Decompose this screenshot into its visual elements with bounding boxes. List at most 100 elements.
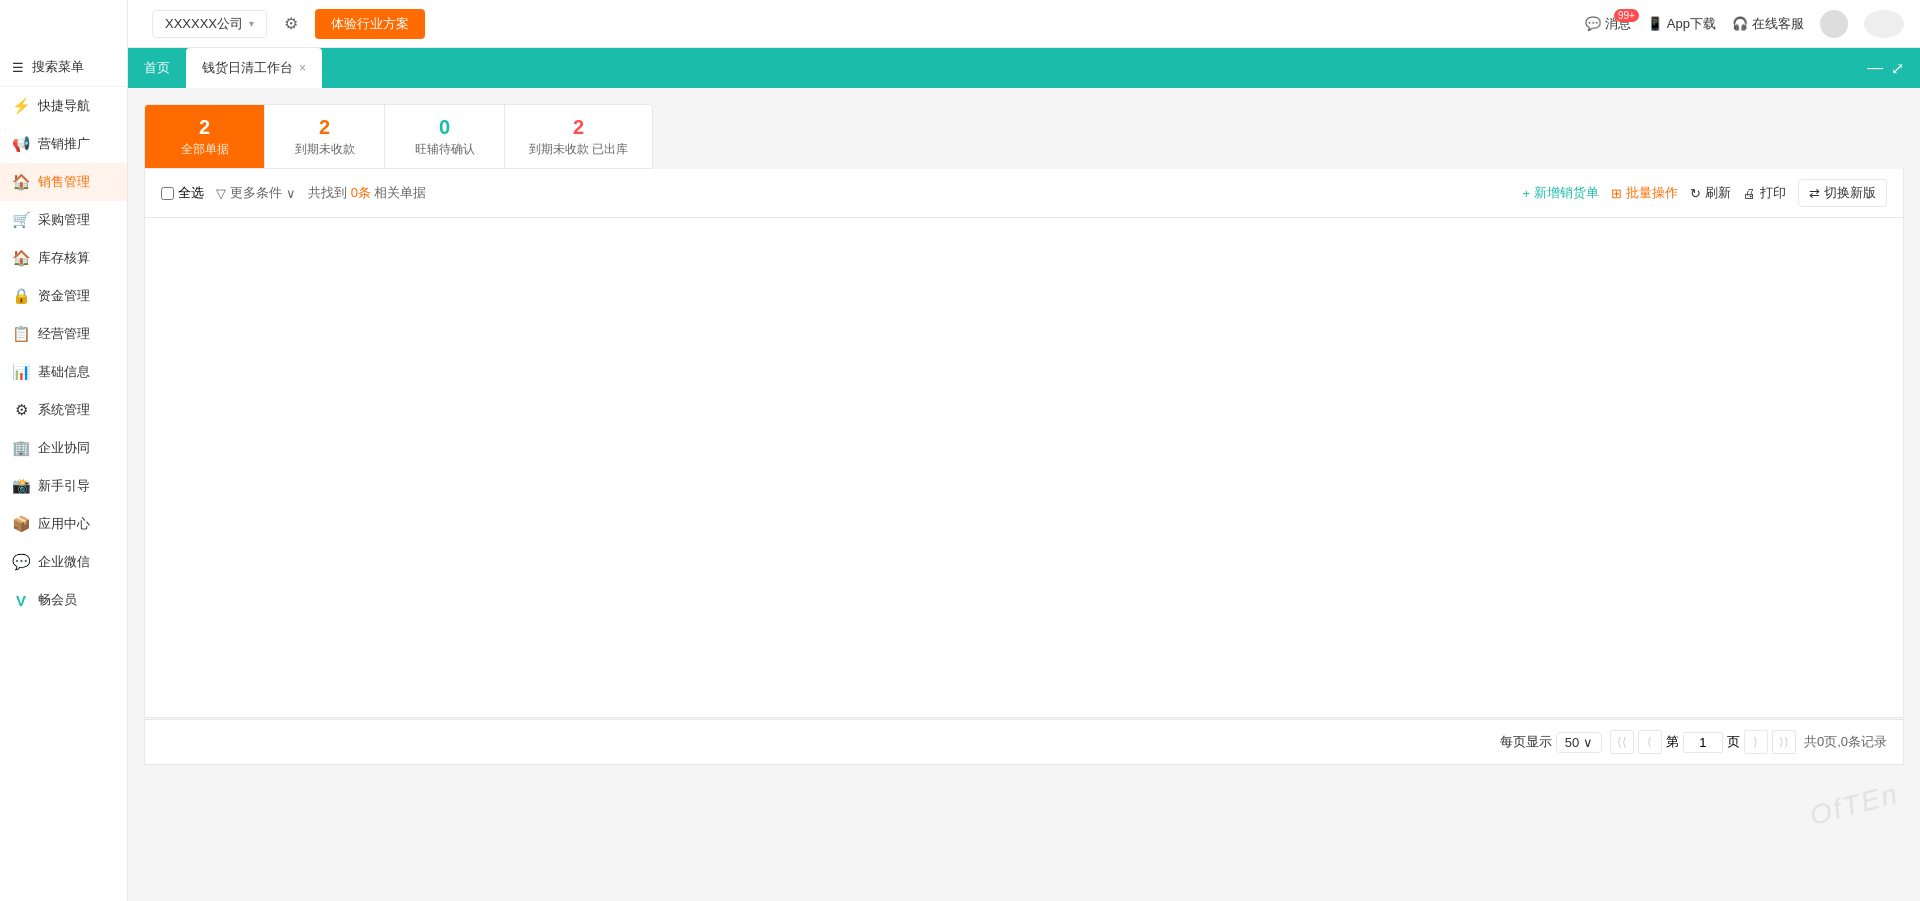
operations-icon: 📋 <box>12 325 30 343</box>
filter-icon: ▽ <box>216 186 226 201</box>
filter-chevron-icon: ∨ <box>286 186 296 201</box>
sidebar-item-guide[interactable]: 📸 新手引导 <box>0 467 127 505</box>
refresh-icon: ↻ <box>1690 186 1701 201</box>
message-icon: 💬 <box>1585 16 1601 31</box>
sidebar-item-enterprise[interactable]: 🏢 企业协同 <box>0 429 127 467</box>
sidebar-item-vip[interactable]: V 畅会员 <box>0 581 127 619</box>
search-label: 搜索菜单 <box>32 58 84 76</box>
tab-active[interactable]: 钱货日清工作台 × <box>186 48 322 88</box>
message-badge: 99+ <box>1614 9 1639 22</box>
next-page-btn[interactable]: ⟩ <box>1744 730 1768 754</box>
select-all-input[interactable] <box>161 187 174 200</box>
per-page-value[interactable]: 50 ∨ <box>1556 732 1602 753</box>
sidebar-item-label: 营销推广 <box>38 135 90 153</box>
company-selector[interactable]: XXXXXX公司 ▾ <box>152 10 267 38</box>
stat-tab-overdue-shipped[interactable]: 2 到期未收款 已出库 <box>505 105 652 168</box>
close-tab-icon[interactable]: × <box>299 61 306 75</box>
switch-label: 切换新版 <box>1824 184 1876 202</box>
print-icon: 🖨 <box>1743 186 1756 201</box>
stat-label-overdue: 到期未收款 <box>289 141 360 158</box>
table-area <box>144 218 1904 718</box>
stat-tab-all[interactable]: 2 全部单据 <box>145 105 265 168</box>
sidebar-item-sales[interactable]: 🏠 销售管理 <box>0 163 127 201</box>
company-name: XXXXXX公司 <box>165 15 243 33</box>
sidebar-item-label: 经营管理 <box>38 325 90 343</box>
avatar-placeholder[interactable] <box>1864 10 1904 38</box>
found-suffix: 相关单据 <box>374 185 426 200</box>
stat-num-all: 2 <box>169 115 240 139</box>
page-total: 共0页,0条记录 <box>1804 733 1887 751</box>
tab-home[interactable]: 首页 <box>128 48 186 88</box>
refresh-btn[interactable]: ↻ 刷新 <box>1690 184 1731 202</box>
gear-icon: ⚙ <box>284 14 298 33</box>
sidebar-item-label: 畅会员 <box>38 591 77 609</box>
sidebar-item-label: 销售管理 <box>38 173 90 191</box>
main-content: 2 全部单据 2 到期未收款 0 旺辅待确认 2 到期未收款 已出库 全选 ▽ … <box>128 88 1920 901</box>
sidebar: ☰ 搜索菜单 ⚡ 快捷导航 📢 营销推广 🏠 销售管理 🛒 采购管理 🏠 库存核… <box>0 0 128 901</box>
sidebar-search[interactable]: ☰ 搜索菜单 <box>0 48 127 87</box>
add-sales-btn[interactable]: + 新增销货单 <box>1522 184 1599 202</box>
sidebar-item-label: 资金管理 <box>38 287 90 305</box>
trial-button[interactable]: 体验行业方案 <box>315 9 425 39</box>
avatar[interactable] <box>1820 10 1848 38</box>
online-service-item[interactable]: 🎧 在线客服 <box>1732 15 1804 33</box>
search-icon: ☰ <box>12 60 24 75</box>
vip-icon: V <box>12 591 30 609</box>
batch-label: 批量操作 <box>1626 184 1678 202</box>
page-input[interactable] <box>1683 732 1723 753</box>
found-text: 共找到 0条 相关单据 <box>308 184 426 202</box>
found-prefix: 共找到 <box>308 185 347 200</box>
app-center-icon: 📦 <box>12 515 30 533</box>
app-download-item[interactable]: 📱 App下载 <box>1647 15 1716 33</box>
sidebar-item-wechat[interactable]: 💬 企业微信 <box>0 543 127 581</box>
print-label: 打印 <box>1760 184 1786 202</box>
sidebar-item-label: 应用中心 <box>38 515 90 533</box>
refresh-label: 刷新 <box>1705 184 1731 202</box>
sidebar-item-purchase[interactable]: 🛒 采购管理 <box>0 201 127 239</box>
add-label: 新增销货单 <box>1534 184 1599 202</box>
sidebar-item-system[interactable]: ⚙ 系统管理 <box>0 391 127 429</box>
sidebar-item-label: 新手引导 <box>38 477 90 495</box>
minimize-icon[interactable]: — <box>1867 59 1883 77</box>
basic-info-icon: 📊 <box>12 363 30 381</box>
active-tab-label: 钱货日清工作台 <box>202 59 293 77</box>
stat-label-pending: 旺辅待确认 <box>409 141 480 158</box>
stat-num-overdue-shipped: 2 <box>529 115 628 139</box>
per-page-label: 每页显示 <box>1500 733 1552 751</box>
sidebar-item-label: 库存核算 <box>38 249 90 267</box>
settings-icon-btn[interactable]: ⚙ <box>275 8 307 40</box>
sidebar-item-operations[interactable]: 📋 经营管理 <box>0 315 127 353</box>
marketing-icon: 📢 <box>12 135 30 153</box>
select-all-label: 全选 <box>178 184 204 202</box>
sidebar-item-marketing[interactable]: 📢 营销推广 <box>0 125 127 163</box>
sidebar-item-finance[interactable]: 🔒 资金管理 <box>0 277 127 315</box>
top-header: 好 畅捷通好生意 标准版 XXXXXX公司 ▾ ⚙ 体验行业方案 💬 消息 99… <box>0 0 1920 48</box>
batch-op-btn[interactable]: ⊞ 批量操作 <box>1611 184 1678 202</box>
stat-tab-overdue[interactable]: 2 到期未收款 <box>265 105 385 168</box>
switch-version-btn[interactable]: ⇄ 切换新版 <box>1798 179 1887 207</box>
message-item[interactable]: 💬 消息 99+ <box>1585 15 1631 33</box>
maximize-icon[interactable]: ⤢ <box>1891 59 1904 78</box>
print-btn[interactable]: 🖨 打印 <box>1743 184 1786 202</box>
wechat-icon: 💬 <box>12 553 30 571</box>
sidebar-item-basic-info[interactable]: 📊 基础信息 <box>0 353 127 391</box>
filter-button[interactable]: ▽ 更多条件 ∨ <box>216 184 296 202</box>
sidebar-item-inventory[interactable]: 🏠 库存核算 <box>0 239 127 277</box>
sidebar-item-app-center[interactable]: 📦 应用中心 <box>0 505 127 543</box>
sales-icon: 🏠 <box>12 173 30 191</box>
toolbar: 全选 ▽ 更多条件 ∨ 共找到 0条 相关单据 + 新增销货单 ⊞ 批量操作 ↻… <box>144 169 1904 218</box>
switch-icon: ⇄ <box>1809 186 1820 201</box>
sidebar-item-label: 基础信息 <box>38 363 90 381</box>
batch-icon: ⊞ <box>1611 186 1622 201</box>
found-count: 0条 <box>351 185 371 200</box>
last-page-btn[interactable]: ⟩⟩ <box>1772 730 1796 754</box>
home-tab-label: 首页 <box>144 59 170 77</box>
first-page-btn[interactable]: ⟨⟨ <box>1610 730 1634 754</box>
prev-page-btn[interactable]: ⟨ <box>1638 730 1662 754</box>
sidebar-item-quick-nav[interactable]: ⚡ 快捷导航 <box>0 87 127 125</box>
toolbar-right: + 新增销货单 ⊞ 批量操作 ↻ 刷新 🖨 打印 ⇄ 切换新版 <box>1522 179 1887 207</box>
stat-tab-pending[interactable]: 0 旺辅待确认 <box>385 105 505 168</box>
select-all-checkbox[interactable]: 全选 <box>161 184 204 202</box>
filter-label: 更多条件 <box>230 184 282 202</box>
nav-tabs-right: — ⤢ <box>1867 59 1920 78</box>
